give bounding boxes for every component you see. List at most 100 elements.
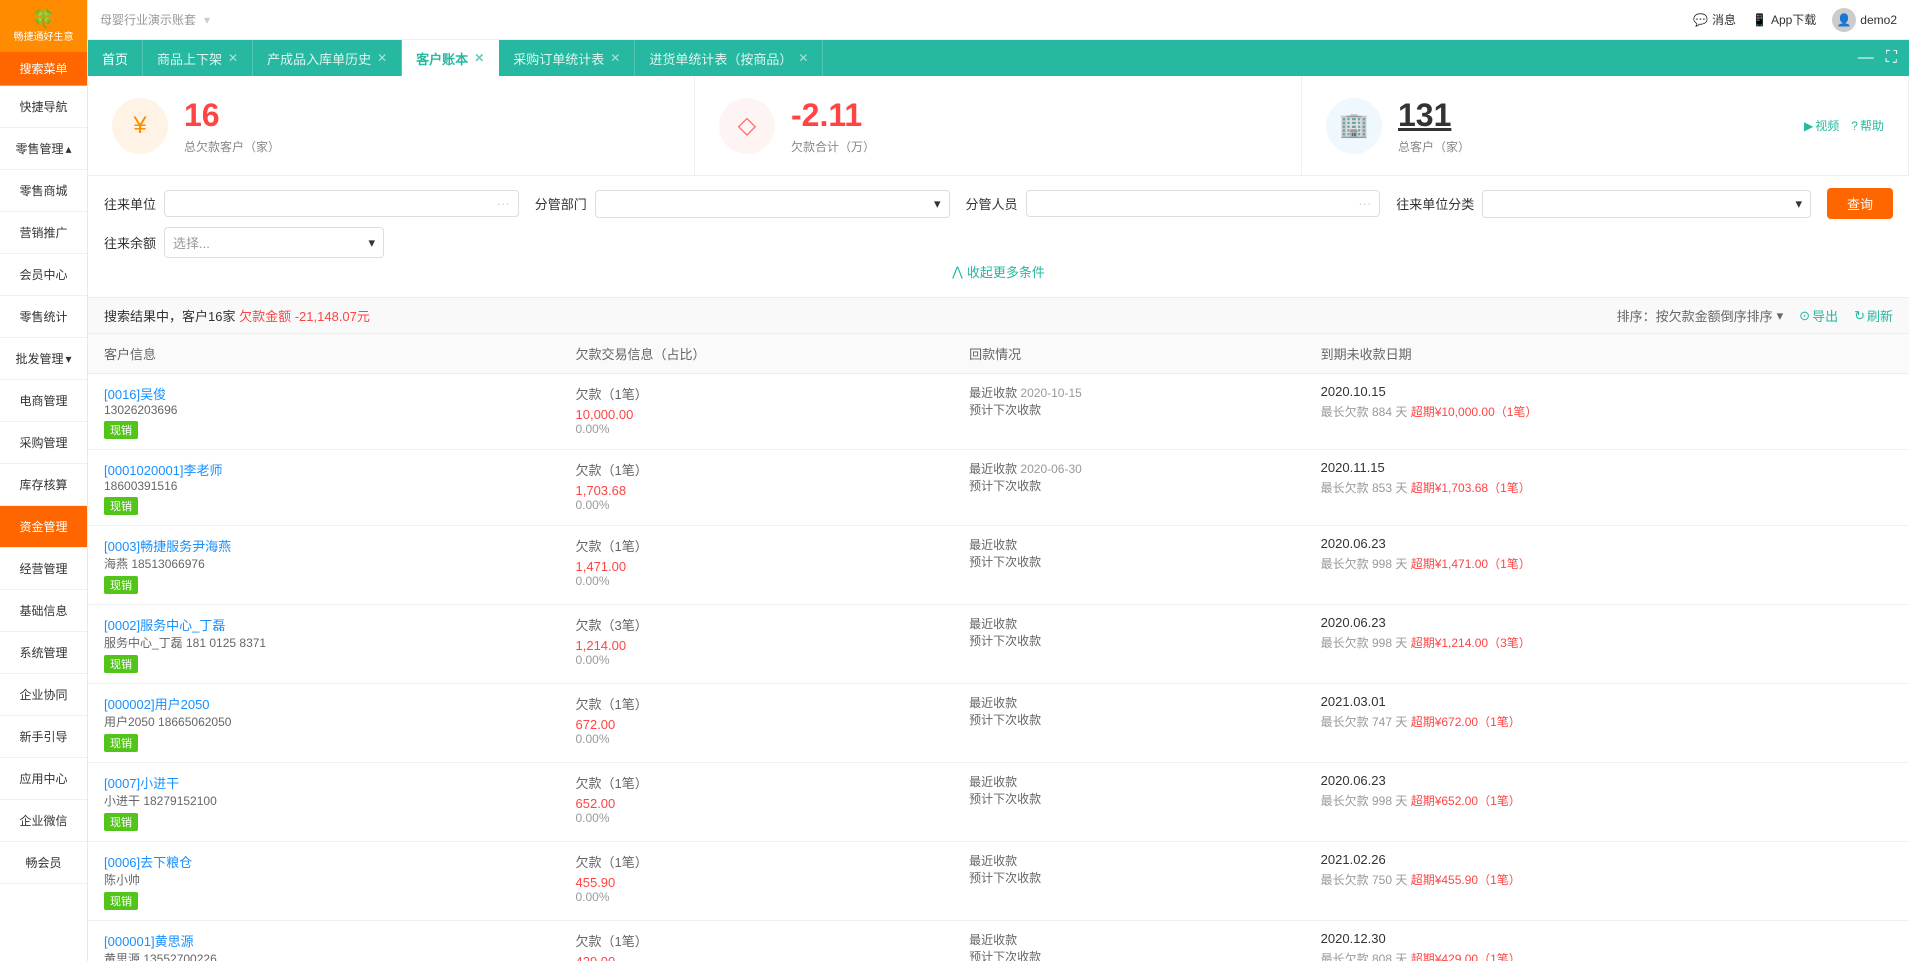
customer-id[interactable]: [0006]去下粮仓 (104, 852, 544, 871)
export-btn[interactable]: ⊙ 导出 (1799, 306, 1838, 325)
customer-phone: 陈小帅 (104, 871, 544, 888)
filter-balance: 往来余额 选择... ▾ (104, 227, 384, 258)
sidebar-item-retail-stat[interactable]: 零售统计 (0, 296, 87, 338)
message-btn[interactable]: 💬 消息 (1693, 11, 1736, 28)
filter-person-input[interactable]: ··· (1026, 190, 1381, 217)
tab-purchase-order-close[interactable]: ✕ (610, 51, 620, 65)
customer-id[interactable]: [0001020001]李老师 (104, 460, 544, 479)
overdue-days: 最长欠款 998 天 超期¥652.00（1笔） (1321, 792, 1893, 809)
tab-inbound-stat[interactable]: 进货单统计表（按商品） ✕ (635, 40, 823, 76)
topbar-right: 💬 消息 📱 App下载 👤 demo2 (1693, 8, 1897, 32)
tab-purchase-order[interactable]: 采购订单统计表 ✕ (499, 40, 635, 76)
refresh-btn[interactable]: ↻ 刷新 (1854, 306, 1893, 325)
sidebar-item-wholesale[interactable]: 批发管理 ▾ (0, 338, 87, 380)
debt-amount[interactable]: 652.00 (576, 796, 938, 811)
tab-inbound-stat-close[interactable]: ✕ (798, 51, 808, 65)
debt-amount[interactable]: 1,471.00 (576, 559, 938, 574)
filter-dept-select[interactable]: ▾ (595, 190, 950, 218)
overdue-amount[interactable]: 超期¥1,471.00（1笔） (1411, 557, 1531, 571)
next-collection: 预计下次收款 (969, 632, 1289, 649)
customer-cell: [0002]服务中心_丁磊 服务中心_丁磊 181 0125 8371 现销 (88, 605, 560, 684)
export-label: 导出 (1812, 306, 1838, 325)
help-link[interactable]: ? 帮助 (1851, 117, 1884, 134)
tab-product-shelf-close[interactable]: ✕ (228, 51, 238, 65)
sidebar-item-ops[interactable]: 经营管理 (0, 548, 87, 590)
customer-id[interactable]: [0016]吴俊 (104, 384, 544, 403)
sidebar-item-retail-mgmt[interactable]: 零售管理 ▴ (0, 128, 87, 170)
customer-cell: [0003]畅捷服务尹海燕 海燕 18513066976 现销 (88, 526, 560, 605)
sidebar-item-purchase[interactable]: 采购管理 (0, 422, 87, 464)
tab-customer-account-close[interactable]: ✕ (474, 51, 484, 65)
debt-customers-label: 总欠款客户（家） (184, 138, 280, 155)
tab-product-history-close[interactable]: ✕ (377, 51, 387, 65)
logo-text: 🍀 畅捷通好生意 (4, 8, 83, 44)
sidebar-item-inventory[interactable]: 库存核算 (0, 464, 87, 506)
debt-amount[interactable]: 672.00 (576, 717, 938, 732)
debt-percent: 0.00% (576, 498, 938, 512)
next-collection: 预计下次收款 (969, 401, 1289, 418)
sidebar-item-appcenter[interactable]: 应用中心 (0, 758, 87, 800)
collapse-filter-btn[interactable]: ⋀ 收起更多条件 (104, 262, 1893, 281)
sidebar-item-ecom[interactable]: 电商管理 (0, 380, 87, 422)
debt-amount[interactable]: 10,000.00 (576, 407, 938, 422)
sidebar-item-newguide[interactable]: 新手引导 (0, 716, 87, 758)
table-row: [0006]去下粮仓 陈小帅 现销 欠款（1笔） 455.90 0.00% 最近… (88, 842, 1909, 921)
overdue-amount[interactable]: 超期¥10,000.00（1笔） (1411, 405, 1538, 419)
sort-control[interactable]: 排序：按欠款金额倒序排序 ▾ (1617, 306, 1784, 325)
last-collection: 最近收款 2020-10-15 (969, 384, 1289, 401)
sidebar-item-corpwx[interactable]: 企业微信 (0, 800, 87, 842)
sidebar-item-base[interactable]: 基础信息 (0, 590, 87, 632)
refresh-label: 刷新 (1867, 306, 1893, 325)
tabs-minimize-btn[interactable]: — (1854, 49, 1878, 67)
overdue-amount[interactable]: 超期¥652.00（1笔） (1411, 794, 1521, 808)
sidebar-item-marketing[interactable]: 营销推广 (0, 212, 87, 254)
export-icon: ⊙ (1799, 308, 1810, 324)
overdue-amount[interactable]: 超期¥455.90（1笔） (1411, 873, 1521, 887)
sidebar-item-enterprise[interactable]: 企业协同 (0, 674, 87, 716)
sidebar-item-member2[interactable]: 畅会员 (0, 842, 87, 884)
sidebar-item-quick-nav[interactable]: 快捷导航 (0, 86, 87, 128)
chevron-down-icon-dept: ▾ (934, 196, 941, 212)
debt-customers-icon: ¥ (112, 98, 168, 154)
video-link[interactable]: ▶ 视频 (1804, 117, 1839, 134)
customer-id[interactable]: [000002]用户2050 (104, 694, 544, 713)
customer-id[interactable]: [0003]畅捷服务尹海燕 (104, 536, 544, 555)
overdue-amount[interactable]: 超期¥672.00（1笔） (1411, 715, 1521, 729)
overdue-amount[interactable]: 超期¥1,703.68（1笔） (1411, 481, 1531, 495)
col-due-date: 到期未收款日期 (1305, 334, 1909, 374)
tabs-expand-btn[interactable]: ⛶ (1882, 49, 1901, 67)
debt-customers-num: 16 (184, 97, 280, 134)
search-button[interactable]: 查询 (1827, 188, 1893, 219)
summary-card-total-debt: ◇ -2.11 欠款合计（万） (695, 76, 1302, 175)
app-download-btn[interactable]: 📱 App下载 (1752, 11, 1816, 28)
tab-product-shelf[interactable]: 商品上下架 ✕ (143, 40, 253, 76)
sidebar-item-finance[interactable]: 资金管理 (0, 506, 87, 548)
last-collection: 最近收款 (969, 852, 1289, 869)
sidebar-item-member[interactable]: 会员中心 (0, 254, 87, 296)
debt-amount[interactable]: 429.00 (576, 954, 938, 961)
total-customers-icon: 🏢 (1326, 98, 1382, 154)
filter-source-unit-input[interactable]: ··· (164, 190, 519, 217)
due-date: 2021.02.26 (1321, 852, 1893, 867)
user-avatar[interactable]: 👤 demo2 (1832, 8, 1897, 32)
overdue-amount[interactable]: 超期¥429.00（1笔） (1411, 952, 1521, 961)
customer-id[interactable]: [0007]小进干 (104, 773, 544, 792)
customer-id[interactable]: [0002]服务中心_丁磊 (104, 615, 544, 634)
tab-home[interactable]: 首页 (88, 40, 143, 76)
sidebar-item-sys[interactable]: 系统管理 (0, 632, 87, 674)
overdue-amount[interactable]: 超期¥1,214.00（3笔） (1411, 636, 1531, 650)
filter-balance-select[interactable]: 选择... ▾ (164, 227, 384, 258)
debt-amount[interactable]: 1,214.00 (576, 638, 938, 653)
sidebar-item-retail-store[interactable]: 零售商城 (0, 170, 87, 212)
filter-unit-category-select[interactable]: ▾ (1482, 190, 1811, 218)
customer-id[interactable]: [000001]黄思源 (104, 931, 544, 950)
debt-cell: 欠款（3笔） 1,214.00 0.00% (560, 605, 954, 684)
debt-amount[interactable]: 455.90 (576, 875, 938, 890)
debt-amount[interactable]: 1,703.68 (576, 483, 938, 498)
topbar: 母婴行业演示账套 ▾ 💬 消息 📱 App下载 👤 demo2 (88, 0, 1909, 40)
total-customers-num: 131 (1398, 97, 1470, 134)
tab-product-history[interactable]: 产成品入库单历史 ✕ (253, 40, 402, 76)
due-date: 2020.06.23 (1321, 773, 1893, 788)
tab-customer-account[interactable]: 客户账本 ✕ (402, 40, 499, 76)
search-menu-item[interactable]: 搜索菜单 (0, 52, 87, 86)
